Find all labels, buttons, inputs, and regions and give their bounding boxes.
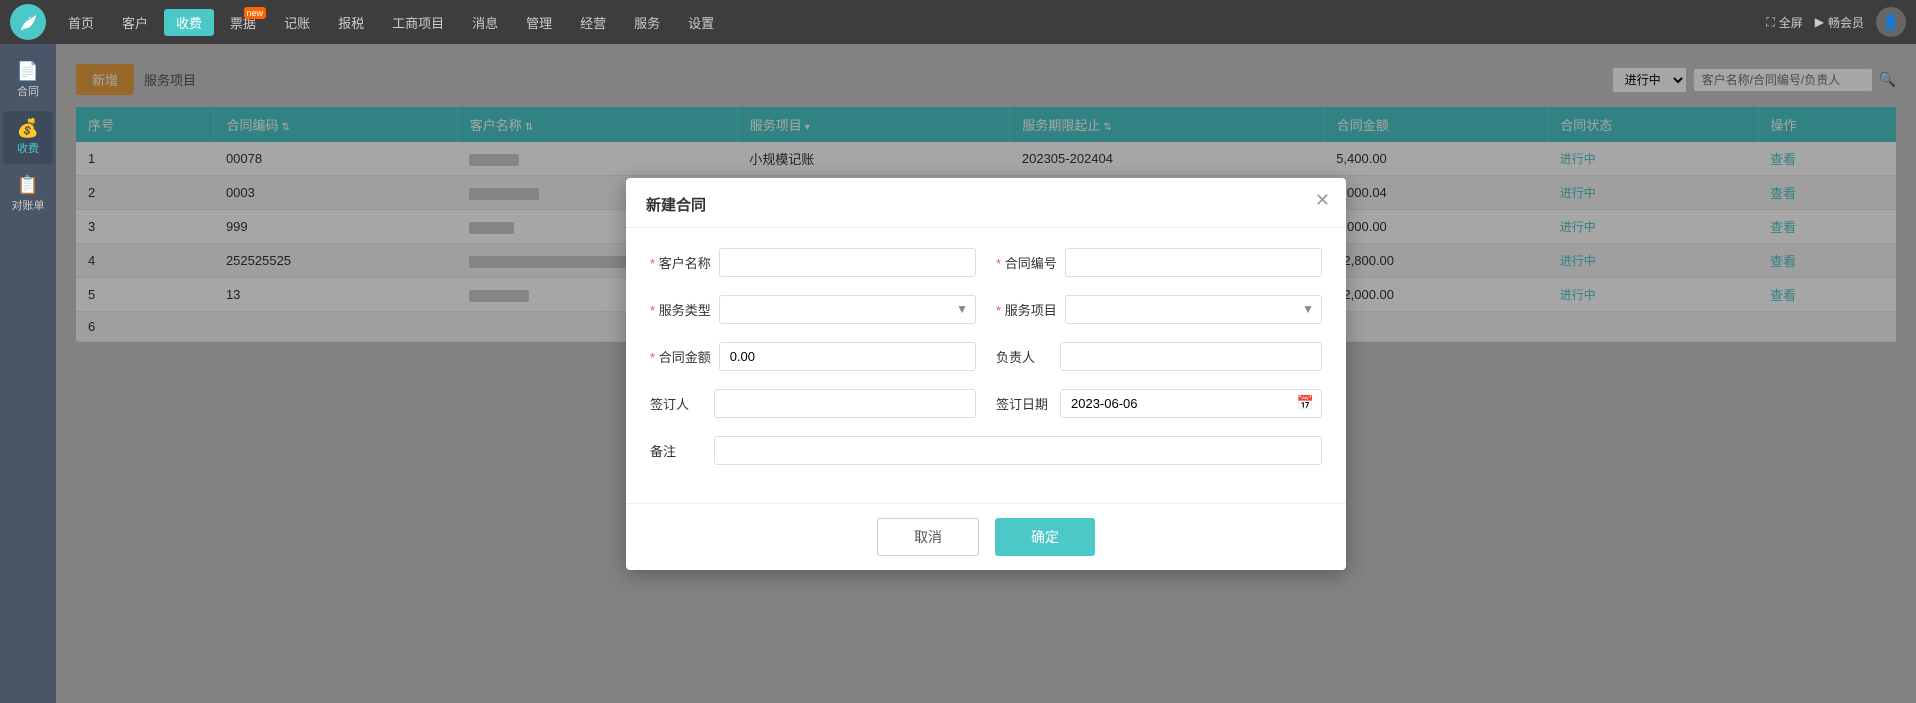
signer-label: 签订人 — [650, 394, 706, 413]
new-contract-modal: 新建合同 ✕ * 客户名称 — [626, 178, 1346, 570]
client-name-input[interactable] — [719, 248, 976, 277]
required-star-4: * — [996, 303, 1001, 318]
nav-settings[interactable]: 设置 — [676, 9, 726, 36]
main-layout: 📄 合同 💰 收费 📋 对账单 新增 服务项目 进行中 已完成 已取消 🔍 — [0, 44, 1916, 703]
contract-no-input[interactable] — [1065, 248, 1322, 277]
form-row-1: * 客户名称 * 合同编号 — [650, 248, 1322, 277]
nav-home[interactable]: 首页 — [56, 9, 106, 36]
contract-no-label: * 合同编号 — [996, 253, 1057, 272]
member-label: 畅会员 — [1828, 14, 1864, 31]
form-group-person: 负责人 — [996, 342, 1322, 371]
nav-bookkeeping[interactable]: 记账 — [272, 9, 322, 36]
service-item-select-wrapper: ▼ — [1065, 295, 1322, 324]
client-name-label: * 客户名称 — [650, 253, 711, 272]
required-star-2: * — [996, 256, 1001, 271]
nav-items: 首页 客户 收费 票据 new 记账 报税 工商项目 消息 管理 经营 服务 设… — [56, 9, 1766, 36]
service-type-select-wrapper: ▼ — [719, 295, 976, 324]
service-item-select[interactable] — [1065, 295, 1322, 324]
statement-icon: 📋 — [17, 176, 39, 194]
sidebar-item-statement[interactable]: 📋 对账单 — [3, 168, 53, 221]
sidebar-label-billing: 收费 — [17, 140, 39, 156]
sign-date-label: 签订日期 — [996, 394, 1052, 413]
signer-input[interactable] — [714, 389, 976, 418]
form-row-2: * 服务类型 ▼ * 服务项目 — [650, 295, 1322, 324]
required-star: * — [650, 256, 655, 271]
nav-tax[interactable]: 报税 — [326, 9, 376, 36]
modal-overlay: 新建合同 ✕ * 客户名称 — [56, 44, 1916, 703]
required-star-5: * — [650, 350, 655, 365]
form-group-signer: 签订人 — [650, 389, 976, 418]
sign-date-input[interactable] — [1060, 389, 1322, 418]
notes-input[interactable] — [714, 436, 1322, 465]
service-type-select[interactable] — [719, 295, 976, 324]
modal-close-button[interactable]: ✕ — [1315, 190, 1330, 211]
nav-client[interactable]: 客户 — [110, 9, 160, 36]
confirm-button[interactable]: 确定 — [995, 518, 1095, 556]
nav-billing[interactable]: 收费 — [164, 9, 214, 36]
content-area: 新增 服务项目 进行中 已完成 已取消 🔍 序号 合同编码⇅ 客户名称⇅ 服务项… — [56, 44, 1916, 703]
modal-body: * 客户名称 * 合同编号 — [626, 228, 1346, 503]
cancel-button[interactable]: 取消 — [877, 518, 979, 556]
service-type-label: * 服务类型 — [650, 300, 711, 319]
nav-business[interactable]: 工商项目 — [380, 9, 456, 36]
user-avatar[interactable]: 👤 — [1876, 7, 1906, 37]
sidebar-label-contract: 合同 — [17, 83, 39, 99]
form-group-contract-no: * 合同编号 — [996, 248, 1322, 277]
fullscreen-button[interactable]: ⛶ 全屏 — [1766, 14, 1802, 31]
amount-label: * 合同金额 — [650, 347, 711, 366]
form-row-4: 签订人 签订日期 📅 — [650, 389, 1322, 418]
sidebar-label-statement: 对账单 — [12, 197, 45, 213]
sidebar-item-billing[interactable]: 💰 收费 — [3, 111, 53, 164]
service-item-label: * 服务项目 — [996, 300, 1057, 319]
sidebar: 📄 合同 💰 收费 📋 对账单 — [0, 44, 56, 703]
contract-icon: 📄 — [17, 62, 39, 80]
modal-footer: 取消 确定 — [626, 503, 1346, 570]
billing-icon: 💰 — [17, 119, 39, 137]
nav-operation[interactable]: 经营 — [568, 9, 618, 36]
nav-service[interactable]: 服务 — [622, 9, 672, 36]
person-label: 负责人 — [996, 347, 1052, 366]
modal-title: 新建合同 — [626, 178, 1346, 228]
form-group-notes: 备注 — [650, 436, 1322, 465]
required-star-3: * — [650, 303, 655, 318]
app-logo[interactable] — [10, 4, 46, 40]
amount-input[interactable] — [719, 342, 976, 371]
fullscreen-label: 全屏 — [1779, 14, 1803, 31]
form-group-service-type: * 服务类型 ▼ — [650, 295, 976, 324]
sign-date-wrapper: 📅 — [1060, 389, 1322, 418]
notes-label: 备注 — [650, 441, 706, 460]
play-icon: ▶ — [1815, 15, 1824, 29]
member-button[interactable]: ▶ 畅会员 — [1815, 14, 1864, 31]
calendar-icon[interactable]: 📅 — [1297, 395, 1314, 412]
avatar-icon: 👤 — [1882, 14, 1899, 31]
form-row-5: 备注 — [650, 436, 1322, 465]
person-input[interactable] — [1060, 342, 1322, 371]
new-badge: new — [244, 7, 267, 19]
form-group-amount: * 合同金额 — [650, 342, 976, 371]
nav-message[interactable]: 消息 — [460, 9, 510, 36]
sidebar-item-contract[interactable]: 📄 合同 — [3, 54, 53, 107]
nav-manage[interactable]: 管理 — [514, 9, 564, 36]
nav-invoice[interactable]: 票据 new — [218, 9, 268, 36]
fullscreen-icon: ⛶ — [1766, 15, 1774, 30]
form-group-service-item: * 服务项目 ▼ — [996, 295, 1322, 324]
nav-right: ⛶ 全屏 ▶ 畅会员 👤 — [1766, 7, 1906, 37]
form-row-3: * 合同金额 负责人 — [650, 342, 1322, 371]
form-group-client: * 客户名称 — [650, 248, 976, 277]
top-nav: 首页 客户 收费 票据 new 记账 报税 工商项目 消息 管理 经营 服务 设… — [0, 0, 1916, 44]
form-group-sign-date: 签订日期 📅 — [996, 389, 1322, 418]
